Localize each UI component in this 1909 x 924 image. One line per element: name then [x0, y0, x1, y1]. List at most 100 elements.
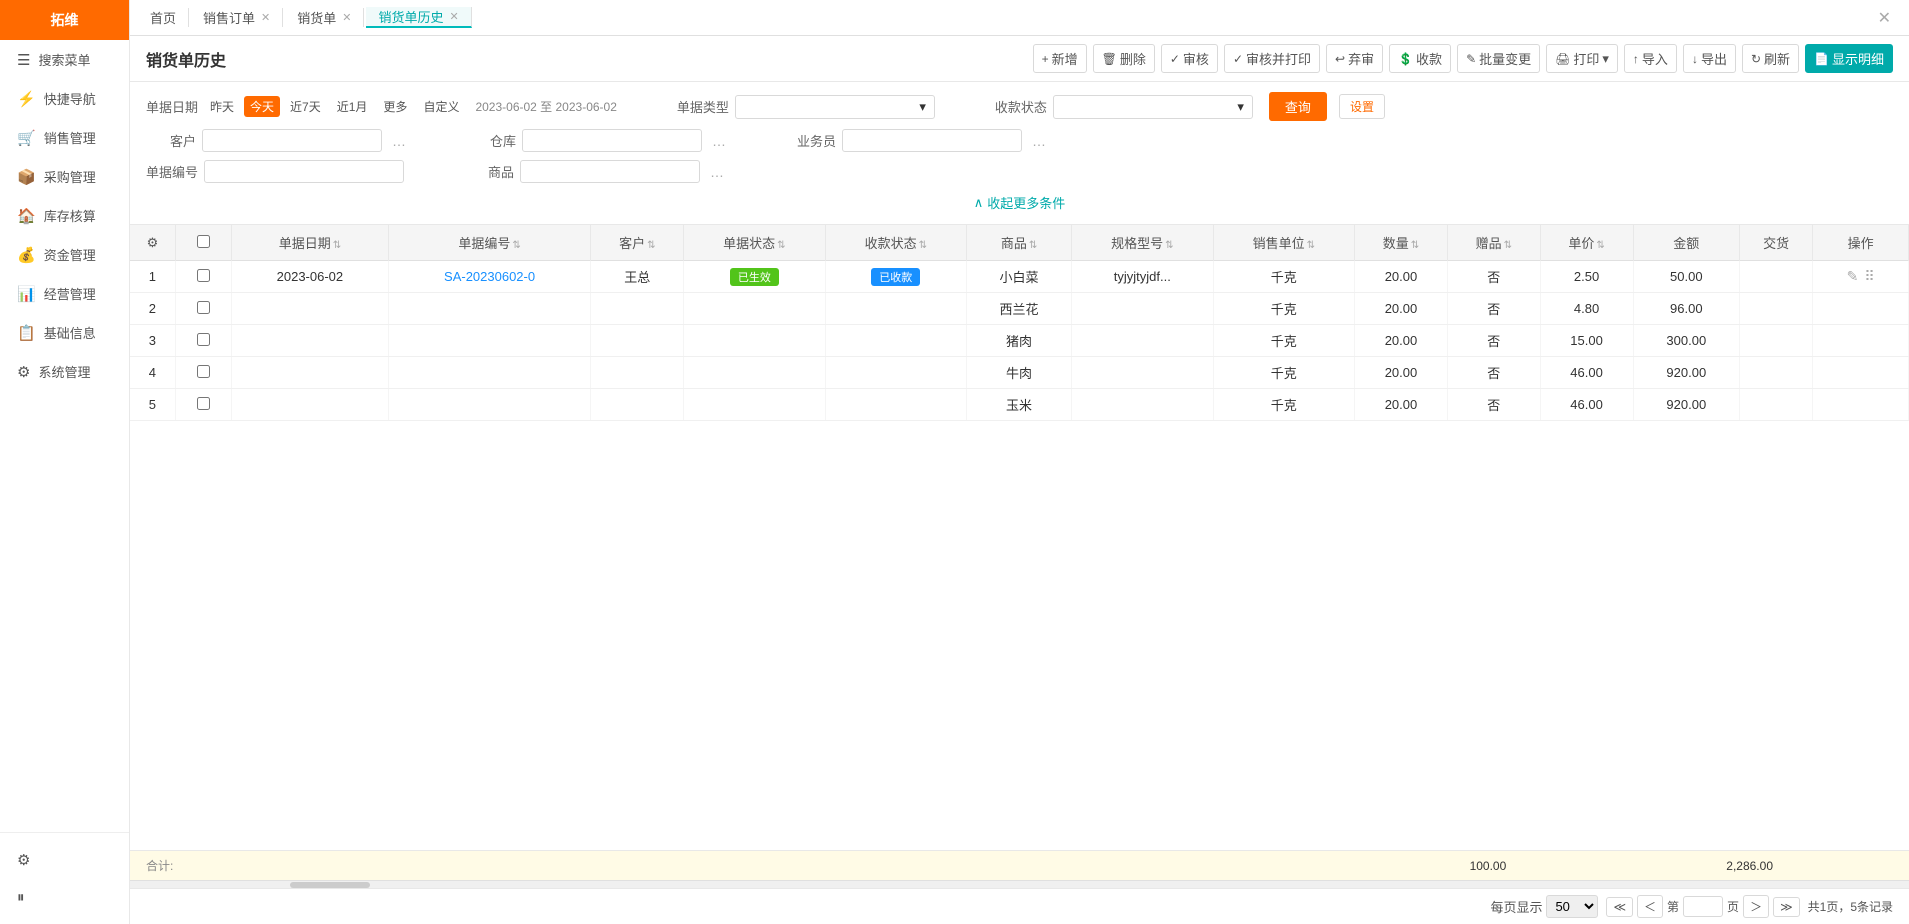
cell-doc-no[interactable] [388, 389, 591, 421]
row-checkbox[interactable] [197, 269, 210, 282]
sidebar-label-finance: 资金管理 [44, 245, 96, 264]
sidebar-item-sales-mgmt[interactable]: 🛒销售管理 [0, 118, 129, 157]
more-action-icon[interactable]: ⠿ [1864, 268, 1874, 284]
tab-close-sales-order[interactable]: ✕ [261, 11, 270, 24]
col-header-gift[interactable]: 赠品⇅ [1447, 225, 1540, 261]
cell-doc-no[interactable] [388, 293, 591, 325]
cell-action[interactable] [1813, 389, 1909, 421]
page-number-input[interactable]: 1 [1683, 896, 1723, 917]
goods-input[interactable] [520, 160, 700, 183]
col-header-date[interactable]: 单据日期⇅ [232, 225, 389, 261]
cell-checkbox[interactable] [175, 357, 231, 389]
cell-doc-no[interactable]: SA-20230602-0 [388, 261, 591, 293]
new-button[interactable]: +新增 [1033, 44, 1087, 73]
date-tab-今天[interactable]: 今天 [244, 96, 280, 117]
sidebar-item-bottom1[interactable]: ⚙ [0, 841, 129, 879]
col-header-doc_status[interactable]: 单据状态⇅ [684, 225, 825, 261]
docno-input[interactable] [204, 160, 404, 183]
cell-action[interactable] [1813, 357, 1909, 389]
col-header-spec[interactable]: 规格型号⇅ [1072, 225, 1213, 261]
doc-type-select[interactable]: ▾ [735, 95, 935, 119]
tab-home[interactable]: 首页 [138, 8, 189, 27]
date-tab-昨天[interactable]: 昨天 [204, 96, 240, 117]
audit-button[interactable]: ✓审核 [1161, 44, 1218, 73]
customer-picker-icon[interactable]: … [392, 133, 406, 149]
business-picker-icon[interactable]: … [1032, 133, 1046, 149]
col-header-goods[interactable]: 商品⇅ [967, 225, 1072, 261]
next-page-button[interactable]: ＞ [1743, 895, 1769, 918]
sidebar-item-bottom2[interactable]: ⏸ [0, 879, 129, 916]
sidebar-item-quick-nav[interactable]: ⚡快捷导航 [0, 79, 129, 118]
first-page-button[interactable]: ≪ [1606, 897, 1633, 917]
col-header-unit[interactable]: 销售单位⇅ [1213, 225, 1354, 261]
col-header-doc_no[interactable]: 单据编号⇅ [388, 225, 591, 261]
cell-checkbox[interactable] [175, 325, 231, 357]
sidebar-item-operations[interactable]: 📊经营管理 [0, 274, 129, 313]
date-tab-自定义[interactable]: 自定义 [417, 96, 465, 117]
cell-doc-no[interactable] [388, 357, 591, 389]
sidebar-item-inventory[interactable]: 🏠库存核算 [0, 196, 129, 235]
date-tab-近7天[interactable]: 近7天 [284, 96, 327, 117]
settings-button[interactable]: 设置 [1339, 94, 1385, 119]
cell-checkbox[interactable] [175, 389, 231, 421]
export-button[interactable]: ↓导出 [1683, 44, 1736, 73]
doc-no-link[interactable]: SA-20230602-0 [444, 269, 535, 284]
row-checkbox[interactable] [197, 301, 210, 314]
page-size-select[interactable]: 50100200 [1546, 895, 1598, 918]
last-page-button[interactable]: ≫ [1773, 897, 1800, 917]
edit-action-icon[interactable]: ✎ [1847, 268, 1859, 284]
col-header-collect_status[interactable]: 收款状态⇅ [825, 225, 966, 261]
row-checkbox[interactable] [197, 365, 210, 378]
import-button[interactable]: ↑导入 [1624, 44, 1677, 73]
customer-input[interactable] [202, 129, 382, 152]
tab-close-sales-goods[interactable]: ✕ [342, 11, 351, 24]
cell-checkbox[interactable] [175, 261, 231, 293]
date-tab-更多[interactable]: 更多 [377, 96, 413, 117]
date-tab-近1月[interactable]: 近1月 [331, 96, 374, 117]
query-button[interactable]: 查询 [1269, 92, 1327, 121]
tab-sales-order[interactable]: 销售订单✕ [191, 8, 283, 27]
batch-change-button[interactable]: ✎批量变更 [1457, 44, 1540, 73]
prev-page-button[interactable]: ＜ [1637, 895, 1663, 918]
settings-col-icon[interactable]: ⚙ [147, 235, 159, 250]
sidebar-item-sys-mgmt[interactable]: ⚙系统管理 [0, 352, 129, 391]
cell-action[interactable]: ✎⠿ [1813, 261, 1909, 293]
delete-button[interactable]: 🗑删除 [1093, 44, 1155, 73]
cell-goods: 玉米 [967, 389, 1072, 421]
cell-checkbox[interactable] [175, 293, 231, 325]
warehouse-picker-icon[interactable]: … [712, 133, 726, 149]
business-input[interactable] [842, 129, 1022, 152]
collect-button[interactable]: 💲收款 [1389, 44, 1451, 73]
col-header-customer[interactable]: 客户⇅ [591, 225, 684, 261]
col-header-price[interactable]: 单价⇅ [1540, 225, 1633, 261]
collapse-more-btn[interactable]: ∧ 收起更多条件 [146, 191, 1893, 214]
refresh-button[interactable]: ↻刷新 [1742, 44, 1799, 73]
table-row: 4牛肉千克20.00否46.00920.00 [130, 357, 1909, 389]
row-checkbox[interactable] [197, 397, 210, 410]
sidebar-item-purchase-mgmt[interactable]: 📦采购管理 [0, 157, 129, 196]
window-close-button[interactable]: ✕ [1868, 8, 1901, 28]
audit-print-button[interactable]: ✓审核并打印 [1224, 44, 1320, 73]
refresh-label: 刷新 [1764, 49, 1790, 68]
warehouse-input[interactable] [522, 129, 702, 152]
tab-close-sales-history[interactable]: ✕ [450, 10, 459, 23]
cell-doc-status [684, 357, 825, 389]
print-button[interactable]: 🖨打印▾ [1546, 44, 1618, 73]
show-detail-button[interactable]: 📄显示明细 [1805, 44, 1893, 73]
row-checkbox[interactable] [197, 333, 210, 346]
tab-sales-goods[interactable]: 销货单✕ [285, 8, 364, 27]
col-header-qty[interactable]: 数量⇅ [1355, 225, 1448, 261]
cell-action[interactable] [1813, 293, 1909, 325]
sidebar-item-search-menu[interactable]: ☰搜索菜单 [0, 40, 129, 79]
cell-action[interactable] [1813, 325, 1909, 357]
cell-doc-no[interactable] [388, 325, 591, 357]
horizontal-scrollbar[interactable] [130, 880, 1909, 888]
abandon-button[interactable]: ↩弃审 [1326, 44, 1383, 73]
goods-picker-icon[interactable]: … [710, 164, 724, 180]
sidebar-item-finance[interactable]: 💰资金管理 [0, 235, 129, 274]
select-all-checkbox[interactable] [197, 235, 210, 248]
collect-status-select[interactable]: ▾ [1053, 95, 1253, 119]
sidebar-item-basic-info[interactable]: 📋基础信息 [0, 313, 129, 352]
tab-sales-history[interactable]: 销货单历史✕ [366, 7, 471, 28]
cell-collect-status [825, 389, 966, 421]
